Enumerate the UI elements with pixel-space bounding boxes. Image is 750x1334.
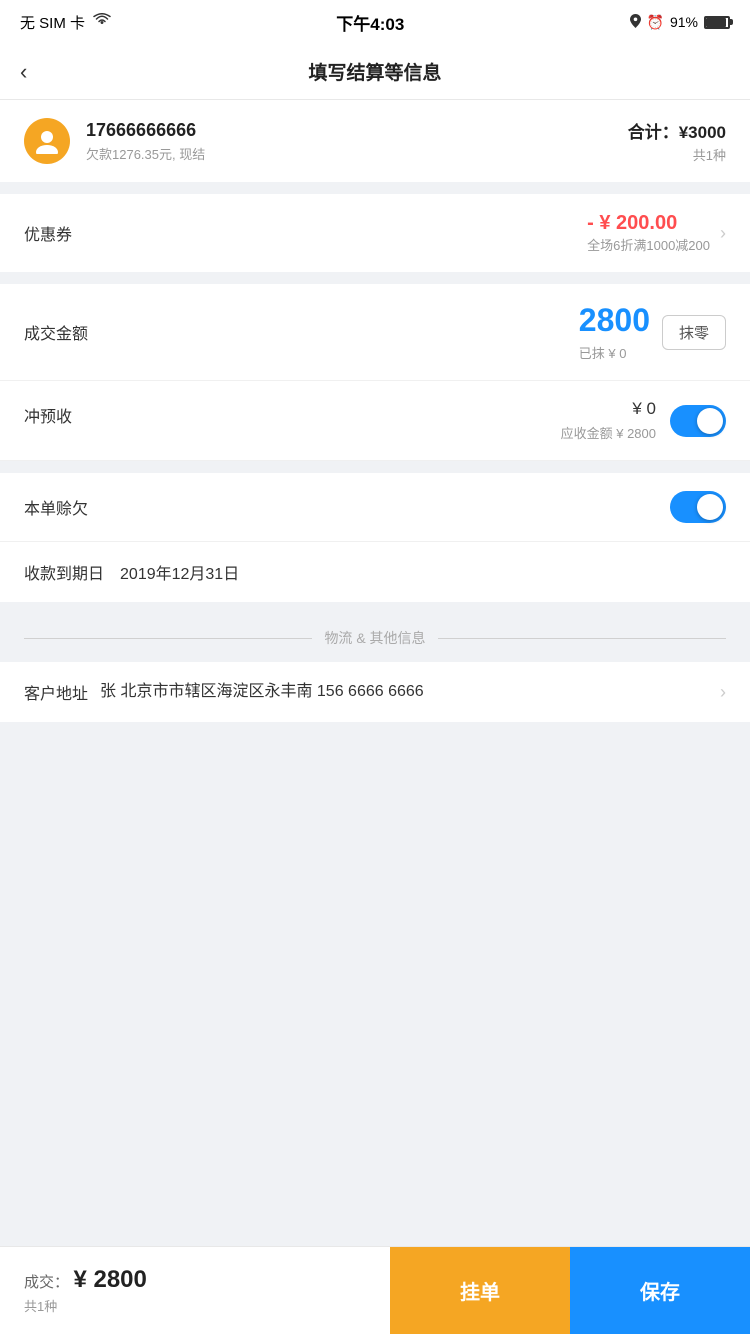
address-value: 张 北京市市辖区海淀区永丰南 156 6666 6666 [100, 680, 708, 704]
address-label: 客户地址 [24, 680, 88, 704]
bottom-deal-label: 成交： [24, 1274, 69, 1291]
deal-right: 2800 已抹 ¥ 0 抹零 [579, 302, 726, 362]
due-date: 2019年12月31日 [120, 560, 239, 584]
coupon-amount: - ¥ 200.00 [587, 212, 710, 235]
bottom-deal-row: 成交： ¥ 2800 [24, 1266, 366, 1294]
divider-right [438, 638, 726, 639]
status-left: 无 SIM 卡 [20, 12, 111, 33]
back-button[interactable]: ‹ [12, 51, 35, 93]
credit-label: 本单赊欠 [24, 495, 88, 519]
content: 17666666666 欠款1276.35元, 现结 合计：¥3000 共1种 … [0, 100, 750, 982]
page-title: 填写结算等信息 [308, 58, 441, 85]
prepay-values: ¥ 0 应收金额 ¥ 2800 [561, 399, 656, 442]
due-row: 收款到期日 2019年12月31日 [0, 542, 750, 602]
prepay-label: 冲预收 [24, 399, 72, 427]
bottom-bar: 成交： ¥ 2800 共1种 挂单 保存 [0, 1246, 750, 1334]
coupon-chevron-icon: › [720, 223, 726, 244]
prepay-row: 冲预收 ¥ 0 应收金额 ¥ 2800 [0, 381, 750, 461]
avatar [24, 118, 70, 164]
prepay-right: ¥ 0 应收金额 ¥ 2800 [561, 399, 726, 442]
deal-section: 成交金额 2800 已抹 ¥ 0 抹零 冲预收 ¥ 0 应收金额 ¥ 2800 [0, 284, 750, 461]
alarm-icon: ⏰ [647, 14, 664, 31]
coupon-sub: 全场6折满1000减200 [587, 235, 710, 254]
deal-amount: 2800 [579, 302, 650, 339]
logistics-label: 物流 & 其他信息 [324, 628, 425, 648]
wifi-icon [93, 13, 111, 31]
customer-info: 17666666666 欠款1276.35元, 现结 [86, 120, 205, 163]
divider-left [24, 638, 312, 639]
customer-count: 共1种 [628, 145, 726, 164]
coupon-label: 优惠券 [24, 221, 72, 245]
due-label: 收款到期日 [24, 560, 104, 584]
save-button[interactable]: 保存 [570, 1247, 750, 1334]
customer-phone: 17666666666 [86, 120, 205, 141]
nav-bar: ‹ 填写结算等信息 [0, 44, 750, 100]
credit-section: 本单赊欠 收款到期日 2019年12月31日 [0, 473, 750, 602]
status-time: 下午4:03 [336, 10, 404, 35]
battery-icon [704, 16, 730, 29]
coupon-row[interactable]: 优惠券 - ¥ 200.00 全场6折满1000减200 › [0, 194, 750, 272]
prepay-sub: 应收金额 ¥ 2800 [561, 423, 656, 442]
customer-row: 17666666666 欠款1276.35元, 现结 合计：¥3000 共1种 [0, 100, 750, 182]
address-chevron-icon: › [720, 680, 726, 703]
bottom-count: 共1种 [24, 1296, 366, 1315]
location-icon [630, 14, 641, 31]
customer-right: 合计：¥3000 共1种 [628, 118, 726, 164]
total-amount: 合计：¥3000 [628, 118, 726, 143]
toggle-knob [697, 408, 723, 434]
address-row[interactable]: 客户地址 张 北京市市辖区海淀区永丰南 156 6666 6666 › [0, 662, 750, 722]
pending-button[interactable]: 挂单 [390, 1247, 570, 1334]
logistics-divider: 物流 & 其他信息 [0, 614, 750, 662]
credit-toggle-knob [697, 494, 723, 520]
customer-left: 17666666666 欠款1276.35元, 现结 [24, 118, 205, 164]
bottom-deal-amount: ¥ 2800 [73, 1266, 146, 1293]
status-right: ⏰ 91% [630, 14, 730, 31]
sim-status: 无 SIM 卡 [20, 12, 85, 33]
battery-percent: 91% [670, 14, 698, 30]
bottom-summary: 成交： ¥ 2800 共1种 [0, 1266, 390, 1315]
prepay-toggle[interactable] [670, 405, 726, 437]
prepay-amount: ¥ 0 [561, 399, 656, 419]
credit-row: 本单赊欠 [0, 473, 750, 542]
status-bar: 无 SIM 卡 下午4:03 ⏰ 91% [0, 0, 750, 44]
coupon-section: 优惠券 - ¥ 200.00 全场6折满1000减200 › [0, 194, 750, 272]
deal-label: 成交金额 [24, 320, 88, 344]
coupon-right: - ¥ 200.00 全场6折满1000减200 › [587, 212, 726, 254]
coupon-values: - ¥ 200.00 全场6折满1000减200 [587, 212, 710, 254]
bottom-gray [0, 722, 750, 882]
customer-sub: 欠款1276.35元, 现结 [86, 144, 205, 163]
deal-amount-row: 成交金额 2800 已抹 ¥ 0 抹零 [0, 284, 750, 381]
round-button[interactable]: 抹零 [662, 315, 726, 350]
deal-sub: 已抹 ¥ 0 [579, 343, 650, 362]
credit-toggle[interactable] [670, 491, 726, 523]
deal-amount-block: 2800 已抹 ¥ 0 [579, 302, 650, 362]
